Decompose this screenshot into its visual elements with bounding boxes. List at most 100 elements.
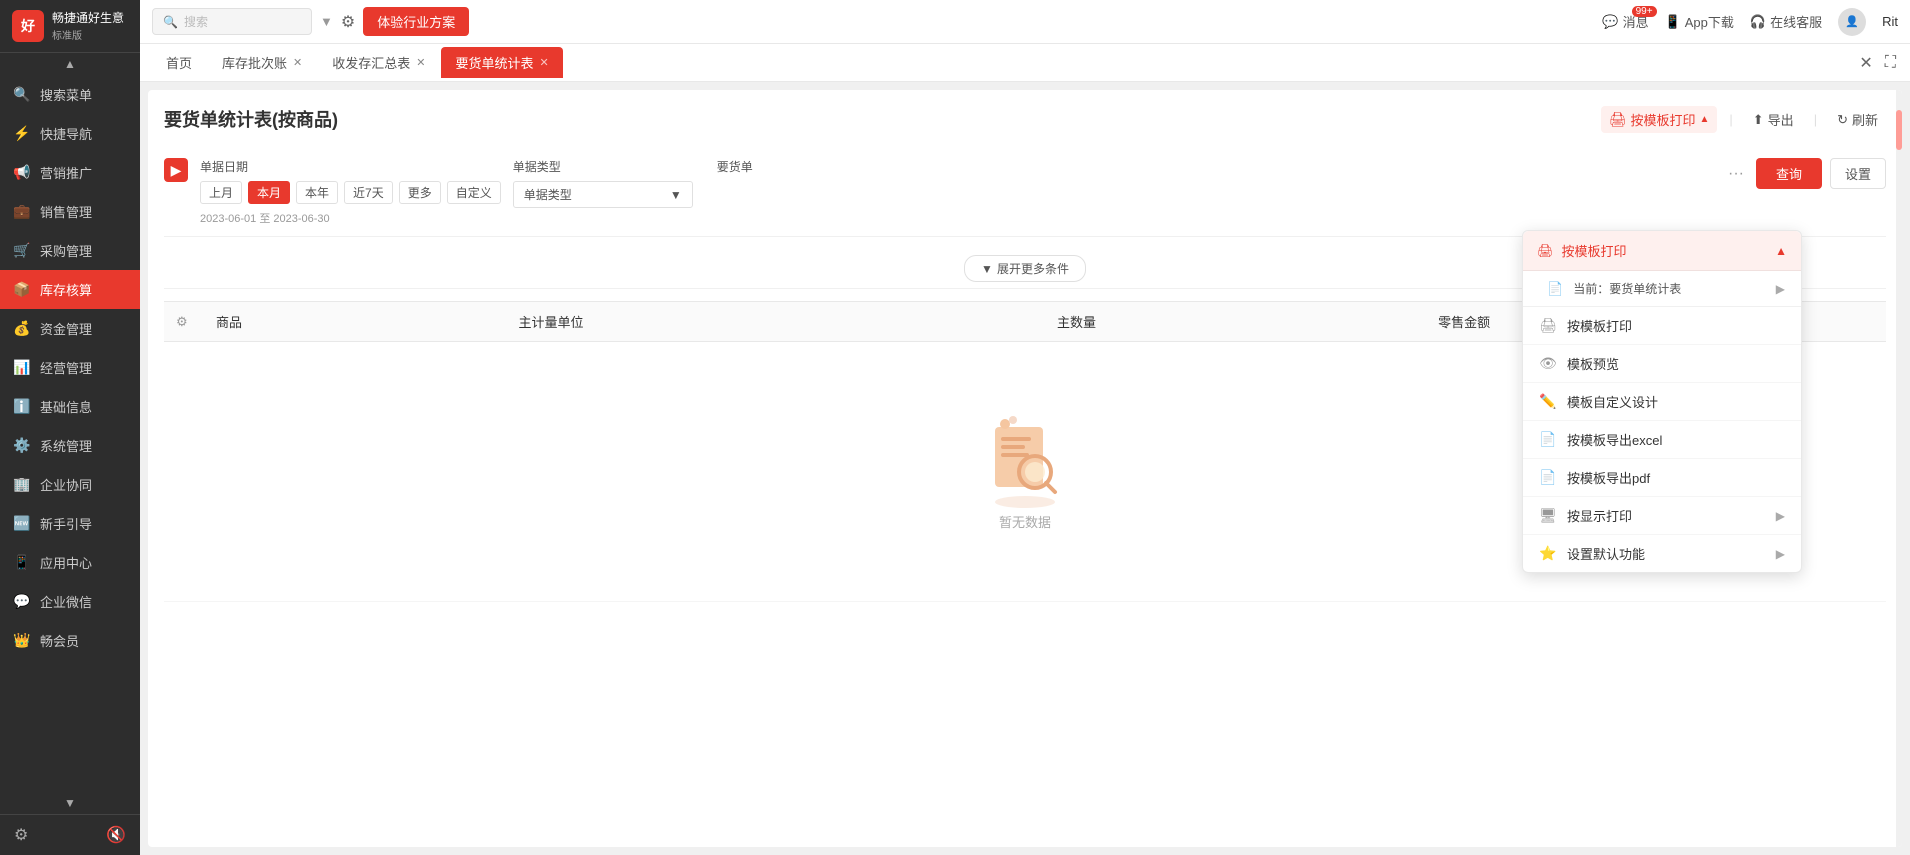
dropdown-item-template-preview[interactable]: 👁 模板预览	[1523, 345, 1801, 383]
dropdown-item-export-excel[interactable]: 📄 按模板导出excel	[1523, 421, 1801, 459]
date-custom-btn[interactable]: 自定义	[447, 181, 501, 204]
user-avatar[interactable]: 👤	[1838, 8, 1866, 36]
date-prev-month-btn[interactable]: 上月	[200, 181, 242, 204]
sidebar-item-purchase[interactable]: 🛒 采购管理	[0, 231, 140, 270]
export-btn[interactable]: ⬆ 导出	[1745, 106, 1802, 133]
sidebar-item-label: 基础信息	[40, 397, 92, 416]
dropdown-item-template-design[interactable]: ✏️ 模板自定义设计	[1523, 383, 1801, 421]
tab-batch-account-close[interactable]: ✕	[293, 56, 302, 69]
topbar-gear-icon[interactable]: ⚙	[341, 12, 355, 32]
sidebar-item-vip[interactable]: 👑 畅会员	[0, 621, 140, 660]
expand-more-btn[interactable]: ▼ 展开更多条件	[964, 255, 1086, 282]
topbar-search-placeholder: 搜索	[184, 13, 208, 30]
doctype-placeholder: 单据类型	[524, 186, 572, 203]
required-goods-label: 要货单	[717, 158, 753, 175]
tab-close-all-btn[interactable]: ✕	[1857, 51, 1874, 75]
tab-batch-account[interactable]: 库存批次账 ✕	[208, 47, 316, 78]
tab-expand-btn[interactable]: ⛶	[1883, 51, 1898, 75]
settings-btn[interactable]: 设置	[1830, 158, 1886, 189]
dropdown-display-print-icon: 🖥	[1539, 507, 1557, 524]
topbar-chevron-icon[interactable]: ▼	[320, 14, 333, 29]
date-current-year-btn[interactable]: 本年	[296, 181, 338, 204]
topbar-messages[interactable]: 💬 消息 99+	[1602, 12, 1648, 31]
sidebar-item-label: 畅会员	[40, 631, 79, 650]
dropdown-set-default-arrow-icon: ▶	[1776, 547, 1785, 561]
sales-icon: 💼	[12, 203, 32, 220]
topbar-app-download[interactable]: 📱 App下载	[1665, 12, 1734, 31]
tab-order-stats[interactable]: 要货单统计表 ✕	[441, 47, 562, 78]
scrollbar-thumb[interactable]	[1896, 110, 1902, 150]
query-btn[interactable]: 查询	[1756, 158, 1822, 189]
print-dropdown-close-icon[interactable]: ▲	[1775, 244, 1787, 258]
dropdown-export-pdf-icon: 📄	[1539, 469, 1557, 486]
print-dropdown-menu: 🖨 按模板打印 ▲ 📄 当前：要货单统计表 ▶ 🖨 按模板打印 👁 模板预览	[1522, 230, 1802, 573]
print-dropdown-current-item[interactable]: 📄 当前：要货单统计表 ▶	[1523, 271, 1801, 307]
filter-action-btns: ··· 查询 设置	[1724, 158, 1886, 189]
filter-more-btn[interactable]: ···	[1724, 161, 1748, 187]
date-current-month-btn[interactable]: 本月	[248, 181, 290, 204]
sidebar-item-marketing[interactable]: 📢 营销推广	[0, 153, 140, 192]
sidebar-item-guide[interactable]: 🆕 新手引导	[0, 504, 140, 543]
settings-footer-icon[interactable]: ⚙	[14, 825, 28, 845]
purchase-icon: 🛒	[12, 242, 32, 259]
sidebar-item-apps[interactable]: 📱 应用中心	[0, 543, 140, 582]
dropdown-item-template-print[interactable]: 🖨 按模板打印	[1523, 307, 1801, 345]
date-filter-row: 上月 本月 本年 近7天 更多 自定义	[200, 181, 501, 204]
sidebar-item-finance[interactable]: 💰 资金管理	[0, 309, 140, 348]
sidebar-item-label: 销售管理	[40, 202, 92, 221]
sidebar: 好 畅捷通好生意 标准版 ▲ 🔍 搜索菜单 ⚡ 快捷导航 📢 营销推广 💼 销售…	[0, 0, 140, 855]
divider-1: |	[1729, 112, 1732, 127]
expand-more-icon: ▼	[981, 262, 993, 276]
sidebar-item-system[interactable]: ⚙️ 系统管理	[0, 426, 140, 465]
tab-receipt-summary[interactable]: 收发存汇总表 ✕	[318, 47, 439, 78]
tabs-bar: 首页 库存批次账 ✕ 收发存汇总表 ✕ 要货单统计表 ✕ ✕ ⛶	[140, 44, 1910, 82]
scrollbar-track	[1896, 90, 1902, 847]
dropdown-item-set-default[interactable]: ⭐ 设置默认功能 ▶	[1523, 535, 1801, 572]
date-more-btn[interactable]: 更多	[399, 181, 441, 204]
filter-expand-btn[interactable]: ▶	[164, 158, 188, 182]
sidebar-item-wechat[interactable]: 💬 企业微信	[0, 582, 140, 621]
sidebar-item-operation[interactable]: 📊 经营管理	[0, 348, 140, 387]
doctype-filter-label: 单据类型	[513, 158, 693, 175]
empty-state-text: 暂无数据	[999, 512, 1051, 531]
col-unit: 主计量单位	[507, 302, 1045, 342]
dropdown-set-default-icon: ⭐	[1539, 545, 1557, 562]
dropdown-display-print-label: 按显示打印	[1567, 506, 1766, 525]
topbar-username[interactable]: Rit	[1882, 14, 1898, 29]
sidebar-scroll-up[interactable]: ▲	[0, 53, 140, 75]
dropdown-template-print-icon: 🖨	[1539, 317, 1557, 334]
sidebar-item-enterprise[interactable]: 🏢 企业协同	[0, 465, 140, 504]
print-template-btn[interactable]: 🖨 按模板打印 ▲	[1601, 106, 1718, 133]
sidebar-item-label: 快捷导航	[40, 124, 92, 143]
tab-receipt-summary-close[interactable]: ✕	[416, 56, 425, 69]
date-last-7days-btn[interactable]: 近7天	[344, 181, 393, 204]
date-filter-group: 单据日期 上月 本月 本年 近7天 更多 自定义 2023-06-01 至 20…	[200, 158, 501, 226]
mute-footer-icon[interactable]: 🔇	[106, 825, 126, 845]
sidebar-item-search[interactable]: 🔍 搜索菜单	[0, 75, 140, 114]
sidebar-scroll-down[interactable]: ▼	[0, 792, 140, 814]
tab-home[interactable]: 首页	[152, 47, 206, 78]
sidebar-item-sales[interactable]: 💼 销售管理	[0, 192, 140, 231]
dropdown-item-export-pdf[interactable]: 📄 按模板导出pdf	[1523, 459, 1801, 497]
sidebar-item-label: 新手引导	[40, 514, 92, 533]
sidebar-item-label: 企业微信	[40, 592, 92, 611]
finance-icon: 💰	[12, 320, 32, 337]
filter-bar: ▶ 单据日期 上月 本月 本年 近7天 更多 自定义 2023-06-01 至 …	[164, 148, 1886, 237]
divider-2: |	[1814, 112, 1817, 127]
page-content: 要货单统计表(按商品) 🖨 按模板打印 ▲ | ⬆ 导出 | ↻ 刷新 ▶ 单据…	[148, 90, 1902, 847]
table-setting-icon[interactable]: ⚙	[176, 314, 188, 329]
refresh-label: 刷新	[1852, 110, 1878, 129]
doctype-filter-select[interactable]: 单据类型 ▼	[513, 181, 693, 208]
current-doc-icon: 📄	[1547, 281, 1563, 297]
sidebar-item-inventory[interactable]: 📦 库存核算	[0, 270, 140, 309]
refresh-btn[interactable]: ↻ 刷新	[1829, 106, 1886, 133]
inventory-icon: 📦	[12, 281, 32, 298]
industry-btn[interactable]: 体验行业方案	[363, 7, 469, 36]
sidebar-item-basic[interactable]: ℹ️ 基础信息	[0, 387, 140, 426]
tab-order-stats-close[interactable]: ✕	[540, 56, 549, 69]
topbar-search-box[interactable]: 🔍 搜索	[152, 8, 312, 35]
wechat-icon: 💬	[12, 593, 32, 610]
dropdown-item-display-print[interactable]: 🖥 按显示打印 ▶	[1523, 497, 1801, 535]
topbar-online-service[interactable]: 🎧 在线客服	[1750, 12, 1822, 31]
sidebar-item-shortcut[interactable]: ⚡ 快捷导航	[0, 114, 140, 153]
